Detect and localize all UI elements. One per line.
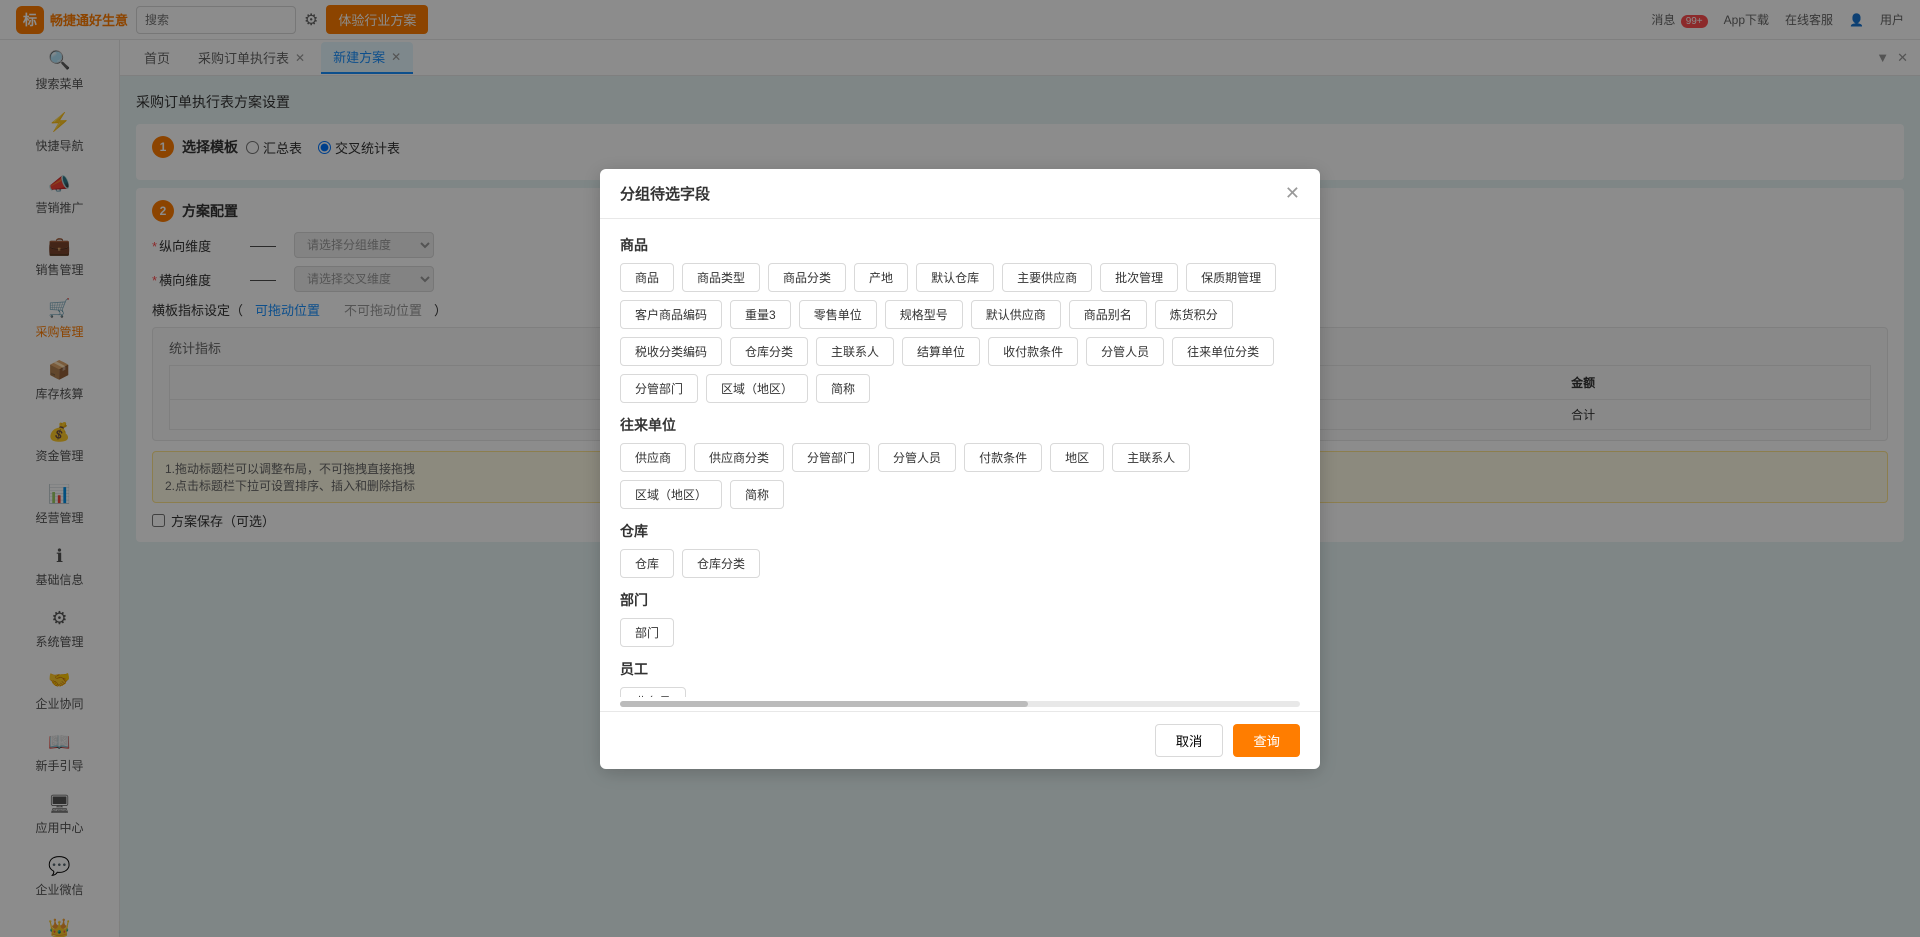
modal-header: 分组待选字段 ✕ xyxy=(600,169,1320,219)
field-tag[interactable]: 炼货积分 xyxy=(1155,300,1233,329)
field-section-title: 商品 xyxy=(620,235,1300,255)
field-tag[interactable]: 结算单位 xyxy=(902,337,980,366)
modal-footer: 取消 查询 xyxy=(600,711,1320,769)
field-section-title: 仓库 xyxy=(620,521,1300,541)
field-tag[interactable]: 供应商 xyxy=(620,443,686,472)
field-tag[interactable]: 付款条件 xyxy=(964,443,1042,472)
field-tag[interactable]: 业务员 xyxy=(620,687,686,697)
field-tags: 供应商供应商分类分管部门分管人员付款条件地区主联系人区域（地区） 简称 xyxy=(620,443,1300,509)
field-tag[interactable]: 重量3 xyxy=(730,300,791,329)
field-tag[interactable]: 商品 xyxy=(620,263,674,292)
field-tag[interactable]: 税收分类编码 xyxy=(620,337,722,366)
field-section-title: 往来单位 xyxy=(620,415,1300,435)
modal-scrollbar-thumb xyxy=(620,701,1028,707)
field-section-title: 员工 xyxy=(620,659,1300,679)
field-tag[interactable]: 主要供应商 xyxy=(1002,263,1092,292)
field-tags: 仓库仓库分类 xyxy=(620,549,1300,578)
modal-overlay: 分组待选字段 ✕ 商品商品商品类型商品分类产地默认仓库主要供应商批次管理保质期管… xyxy=(0,0,1920,937)
field-tag[interactable]: 部门 xyxy=(620,618,674,647)
field-tag[interactable]: 仓库 xyxy=(620,549,674,578)
field-tag[interactable]: 简称 xyxy=(730,480,784,509)
field-tag[interactable]: 分管人员 xyxy=(878,443,956,472)
field-tag[interactable]: 分管部门 xyxy=(792,443,870,472)
field-tag[interactable]: 区域（地区） xyxy=(620,480,722,509)
field-tag[interactable]: 地区 xyxy=(1050,443,1104,472)
field-tags: 部门 xyxy=(620,618,1300,647)
field-tag[interactable]: 收付款条件 xyxy=(988,337,1078,366)
modal-cancel-btn[interactable]: 取消 xyxy=(1155,724,1224,757)
field-tag[interactable]: 商品别名 xyxy=(1069,300,1147,329)
modal-close-btn[interactable]: ✕ xyxy=(1285,183,1300,204)
field-tag[interactable]: 客户商品编码 xyxy=(620,300,722,329)
modal-title: 分组待选字段 xyxy=(620,183,710,204)
field-tag[interactable]: 供应商分类 xyxy=(694,443,784,472)
field-tags: 业务员 xyxy=(620,687,1300,697)
field-tag[interactable]: 主联系人 xyxy=(816,337,894,366)
field-tag[interactable]: 仓库分类 xyxy=(682,549,760,578)
field-tag[interactable]: 简称 xyxy=(816,374,870,403)
field-tags: 商品商品类型商品分类产地默认仓库主要供应商批次管理保质期管理客户商品编码重量3 零… xyxy=(620,263,1300,403)
field-tag[interactable]: 主联系人 xyxy=(1112,443,1190,472)
field-tag[interactable]: 区域（地区） xyxy=(706,374,808,403)
modal-scrollbar xyxy=(620,701,1300,707)
field-tag[interactable]: 商品类型 xyxy=(682,263,760,292)
field-tag[interactable]: 分管人员 xyxy=(1086,337,1164,366)
field-tag[interactable]: 零售单位 xyxy=(799,300,877,329)
field-tag[interactable]: 批次管理 xyxy=(1100,263,1178,292)
field-tag[interactable]: 往来单位分类 xyxy=(1172,337,1274,366)
field-tag[interactable]: 默认仓库 xyxy=(916,263,994,292)
field-select-modal: 分组待选字段 ✕ 商品商品商品类型商品分类产地默认仓库主要供应商批次管理保质期管… xyxy=(600,169,1320,769)
modal-body: 商品商品商品类型商品分类产地默认仓库主要供应商批次管理保质期管理客户商品编码重量… xyxy=(600,219,1320,697)
field-tag[interactable]: 默认供应商 xyxy=(971,300,1061,329)
field-section-title: 部门 xyxy=(620,590,1300,610)
modal-confirm-btn[interactable]: 查询 xyxy=(1233,724,1300,757)
field-tag[interactable]: 产地 xyxy=(854,263,908,292)
field-tag[interactable]: 商品分类 xyxy=(768,263,846,292)
field-tag[interactable]: 规格型号 xyxy=(885,300,963,329)
field-tag[interactable]: 分管部门 xyxy=(620,374,698,403)
field-tag[interactable]: 保质期管理 xyxy=(1186,263,1276,292)
field-tag[interactable]: 仓库分类 xyxy=(730,337,808,366)
